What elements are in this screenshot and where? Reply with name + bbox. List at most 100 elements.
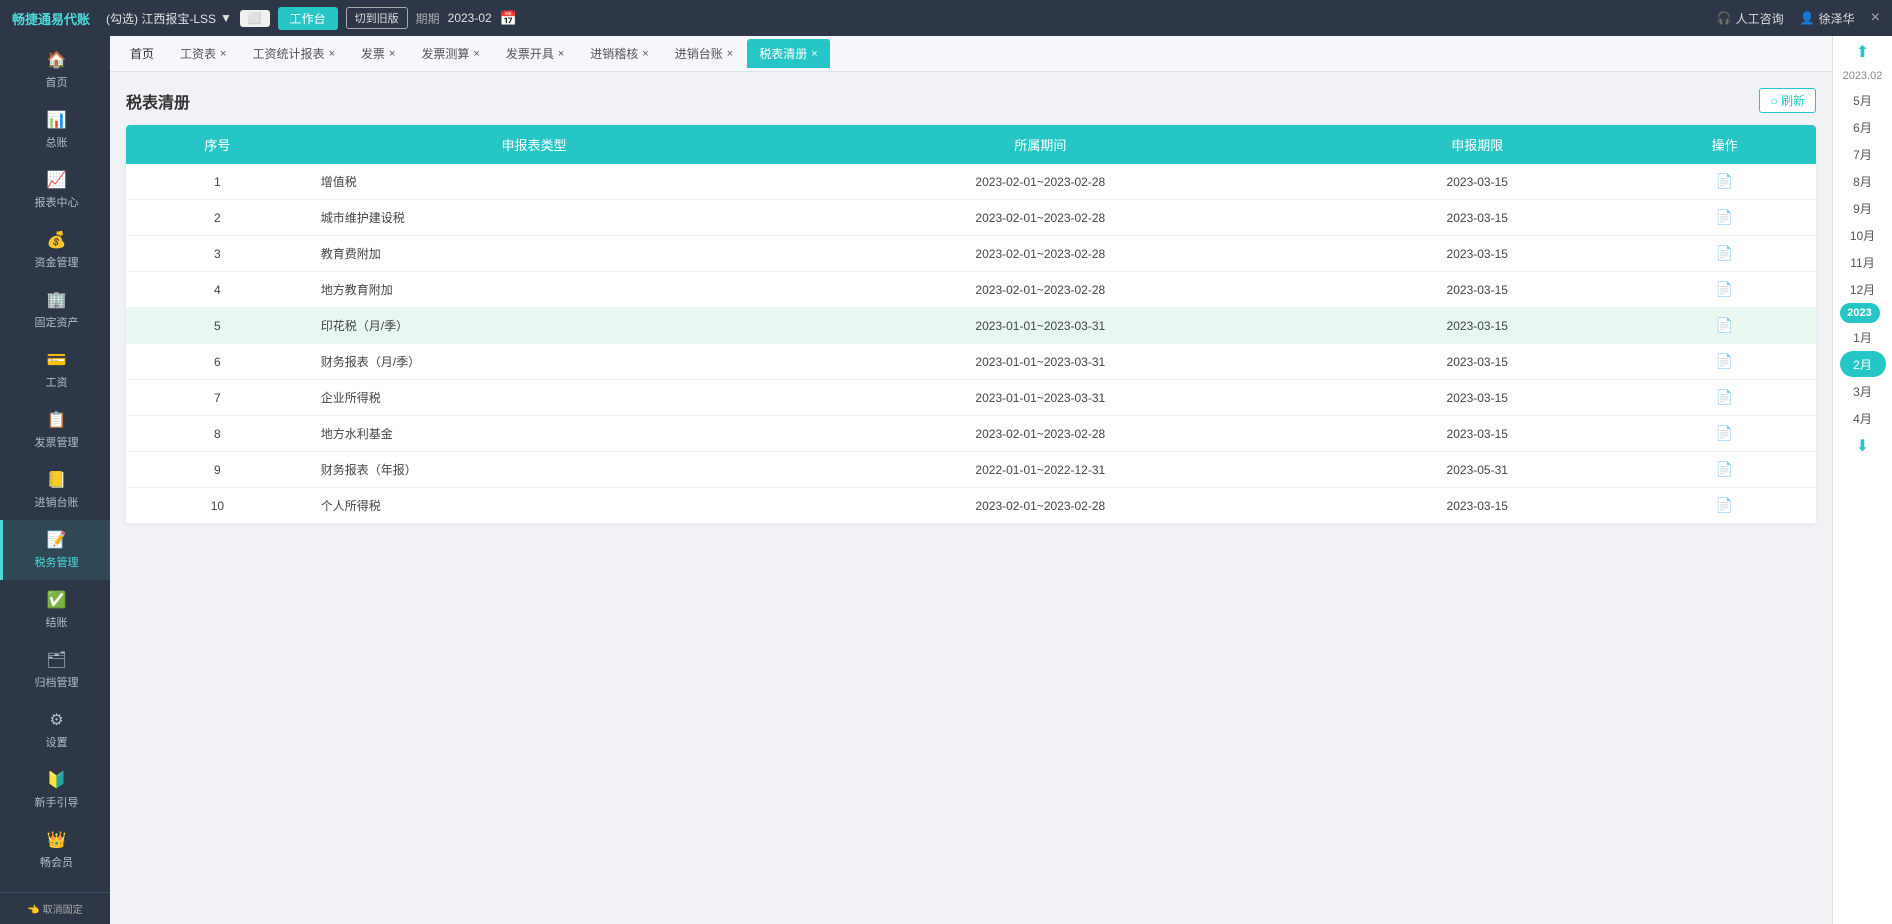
month-item-6月[interactable]: 6月 [1840,114,1886,140]
table-row: 5印花税（月/季）2023-01-01~2023-03-312023-03-15… [126,308,1816,344]
panel-down-arrow[interactable]: ⬇ [1854,434,1871,458]
row-index: 9 [126,452,309,488]
row-deadline: 2023-05-31 [1321,452,1633,488]
month-item-3月[interactable]: 3月 [1840,378,1886,404]
row-period: 2023-02-01~2023-02-28 [759,200,1321,236]
month-item-2月[interactable]: 2月 [1840,351,1886,377]
action-icon[interactable]: 📄 [1716,173,1733,189]
sidebar-item-税务管理[interactable]: 📝税务管理 [0,520,110,580]
row-deadline: 2023-03-15 [1321,308,1633,344]
row-period: 2023-02-01~2023-02-28 [759,236,1321,272]
tax-table: 序号申报表类型所属期间申报期限操作 1增值税2023-02-01~2023-02… [126,125,1816,524]
action-icon[interactable]: 📄 [1716,353,1733,369]
consultant-link[interactable]: 🎧 人工咨询 [1717,10,1784,27]
sidebar-item-首页[interactable]: 🏠首页 [0,40,110,100]
month-item-2023[interactable]: 2023 [1840,303,1880,323]
action-icon[interactable]: 📄 [1716,425,1733,441]
action-icon[interactable]: 📄 [1716,389,1733,405]
sidebar-item-新手引导[interactable]: 🔰新手引导 [0,760,110,820]
sidebar-item-工资[interactable]: 💳工资 [0,340,110,400]
tab-label: 首页 [130,45,154,62]
tab-税表清册[interactable]: 税表清册 × [747,39,829,68]
tab-close-icon[interactable]: × [642,48,648,60]
right-panel: ⬆ 2023.02 5月6月7月8月9月10月11月12月20231月2月3月4… [1832,36,1892,924]
sidebar-label: 设置 [46,734,68,750]
month-item-10月[interactable]: 10月 [1840,222,1886,248]
sidebar-item-结账[interactable]: ✅结账 [0,580,110,640]
tab-进销稽核[interactable]: 进销稽核× [578,39,660,68]
tab-label: 发票测算 [421,45,469,62]
month-item-12月[interactable]: 12月 [1840,276,1886,302]
sidebar-item-发票管理[interactable]: 📋发票管理 [0,400,110,460]
row-deadline: 2023-03-15 [1321,272,1633,308]
row-index: 4 [126,272,309,308]
panel-up-arrow[interactable]: ⬆ [1854,40,1871,64]
user-menu[interactable]: 👤 徐泽华 [1800,10,1855,27]
sidebar-label: 首页 [46,74,68,90]
sidebar-item-报表中心[interactable]: 📈 报表中心 [0,160,110,220]
sidebar-item-资金管理[interactable]: 💰资金管理 [0,220,110,280]
company-selector[interactable]: (勾选) 江西报宝-LSS ▼ [106,10,232,27]
sidebar-icon-8: 📝 [47,530,67,550]
row-period: 2023-02-01~2023-02-28 [759,164,1321,200]
sidebar-item-归档管理[interactable]: 🗂归档管理 [0,640,110,700]
tab-label: 税表清册 [759,45,807,62]
topbar-right: 🎧 人工咨询 👤 徐泽华 × [1717,9,1880,27]
row-type: 增值税 [309,164,760,200]
tab-close-icon[interactable]: × [220,48,226,60]
table-row: 1增值税2023-02-01~2023-02-282023-03-15📄 [126,164,1816,200]
sidebar-item-总账[interactable]: 📊总账 [0,100,110,160]
month-item-4月[interactable]: 4月 [1840,405,1886,431]
sidebar: 🏠首页📊总账📈报表中心💰资金管理🏢固定资产💳工资📋发票管理📒进销台账📝税务管理✅… [0,36,110,924]
tab-close-icon[interactable]: × [389,48,395,60]
tab-发票[interactable]: 发票× [349,39,407,68]
action-icon[interactable]: 📄 [1716,245,1733,261]
close-button[interactable]: × [1871,9,1880,27]
tab-close-icon[interactable]: × [727,48,733,60]
tab-发票开具[interactable]: 发票开具× [494,39,576,68]
calendar-icon[interactable]: 📅 [500,10,517,27]
sidebar-item-固定资产[interactable]: 🏢固定资产 [0,280,110,340]
action-icon[interactable]: 📄 [1716,281,1733,297]
sidebar-icon-2: 📈 [47,170,67,190]
month-item-8月[interactable]: 8月 [1840,168,1886,194]
tab-工资统计报表[interactable]: 工资统计报表 × [240,39,346,68]
tab-close-icon[interactable]: × [328,48,334,60]
refresh-button[interactable]: ○ 刷新 [1759,88,1816,113]
action-icon[interactable]: 📄 [1716,461,1733,477]
tab-发票测算[interactable]: 发票测算 × [409,39,491,68]
sidebar-icon-9: ✅ [47,590,67,610]
copy-button[interactable]: ⬜ [240,10,270,27]
month-item-7月[interactable]: 7月 [1840,141,1886,167]
action-icon[interactable]: 📄 [1716,317,1733,333]
sidebar-item-进销台账[interactable]: 📒进销台账 [0,460,110,520]
row-period: 2023-02-01~2023-02-28 [759,488,1321,524]
main-layout: 🏠首页📊总账📈报表中心💰资金管理🏢固定资产💳工资📋发票管理📒进销台账📝税务管理✅… [0,36,1892,924]
month-item-9月[interactable]: 9月 [1840,195,1886,221]
sidebar-icon-13: 👑 [47,830,67,850]
col-header-index: 序号 [126,125,309,164]
unpin-button[interactable]: 👈 取消固定 [0,892,110,924]
tab-首页[interactable]: 首页 [118,39,166,68]
tab-label: 工资统计报表 [252,45,324,62]
month-item-11月[interactable]: 11月 [1840,249,1886,275]
workbench-button[interactable]: 工作台 [278,7,338,30]
tab-close-icon[interactable]: × [558,48,564,60]
tab-close-icon[interactable]: × [811,48,817,60]
tab-工资表[interactable]: 工资表× [168,39,238,68]
sidebar-label: 工资 [46,374,68,390]
action-icon[interactable]: 📄 [1716,497,1733,513]
month-item-1月[interactable]: 1月 [1840,324,1886,350]
tab-close-icon[interactable]: × [473,48,479,60]
switch-old-button[interactable]: 切到旧版 [346,7,408,29]
row-deadline: 2023-03-15 [1321,416,1633,452]
action-icon[interactable]: 📄 [1716,209,1733,225]
sidebar-label: 畅会员 [40,854,73,870]
sidebar-label: 报表中心 [35,194,79,210]
row-type: 个人所得税 [309,488,760,524]
tab-进销台账[interactable]: 进销台账× [663,39,745,68]
month-item-5月[interactable]: 5月 [1840,87,1886,113]
sidebar-item-设置[interactable]: ⚙设置 [0,700,110,760]
table-row: 2城市维护建设税2023-02-01~2023-02-282023-03-15📄 [126,200,1816,236]
sidebar-item-畅会员[interactable]: 👑 畅会员 [0,820,110,880]
